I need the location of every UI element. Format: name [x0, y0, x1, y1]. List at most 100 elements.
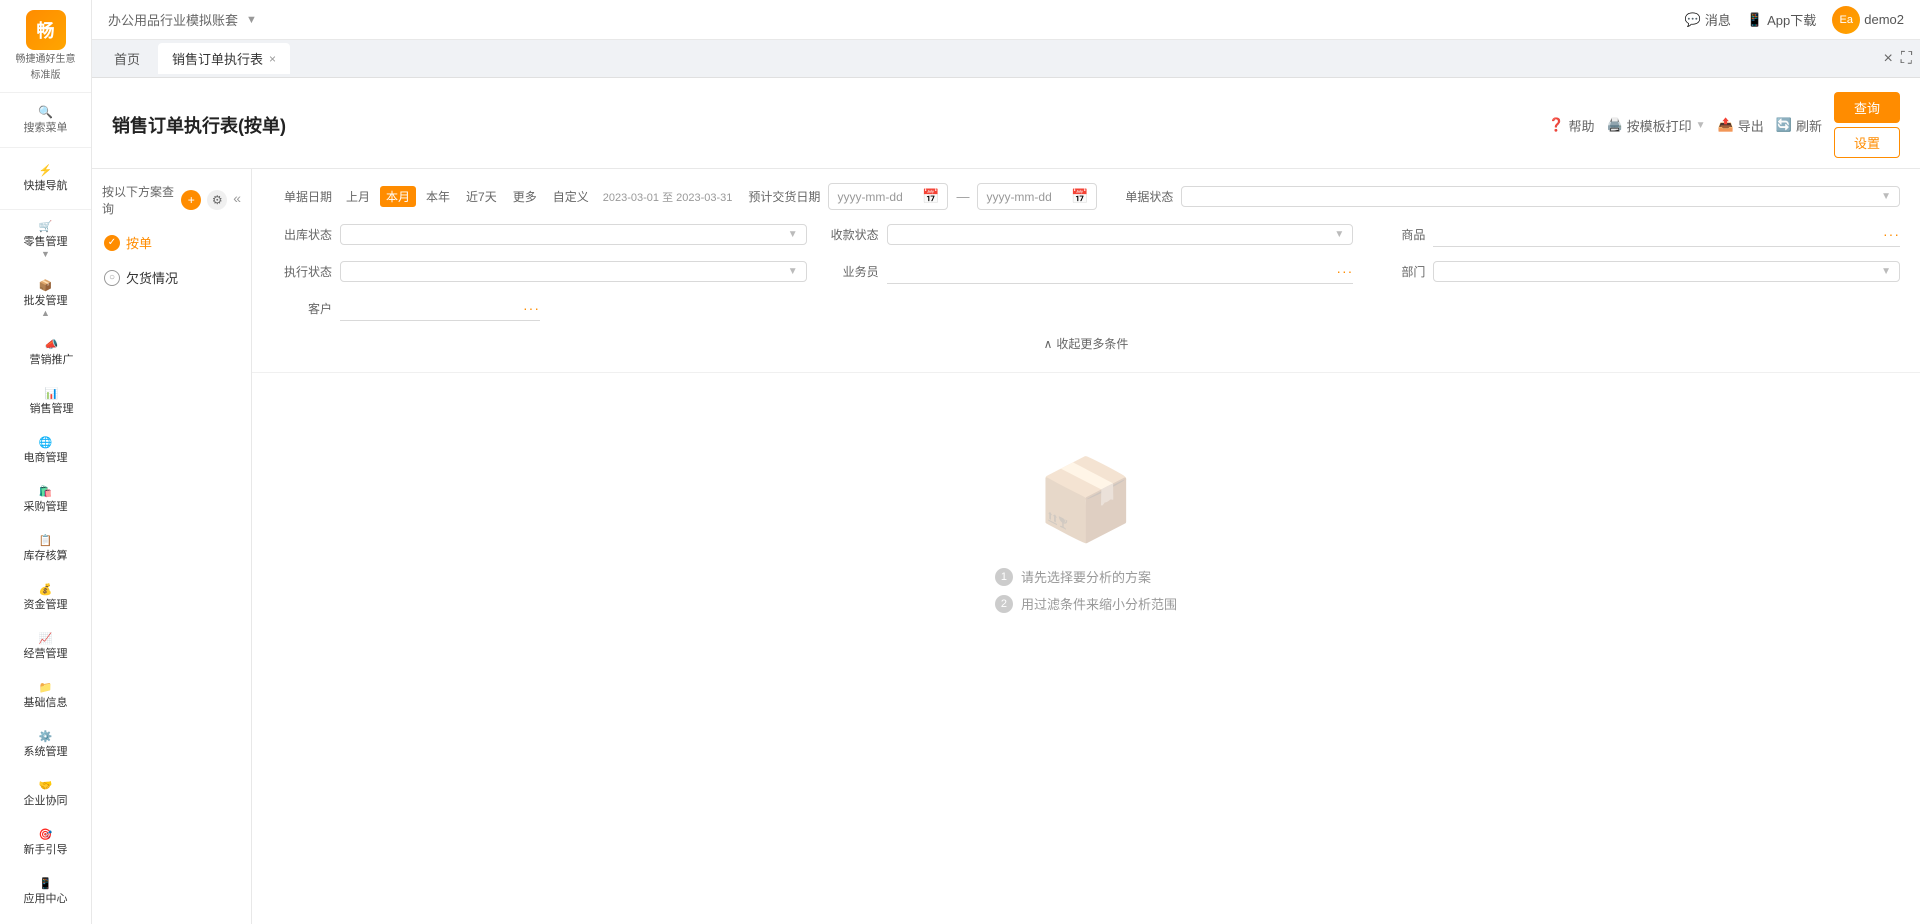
dept-select[interactable]: ▼ — [1433, 261, 1900, 282]
tab-home[interactable]: 首页 — [100, 43, 154, 74]
add-scheme-button[interactable]: + — [181, 190, 201, 210]
message-button[interactable]: 💬 消息 — [1685, 10, 1731, 29]
retail-label: 零售管理 — [24, 233, 68, 249]
expected-date-label: 预计交货日期 — [748, 188, 820, 205]
sidebar-item-wholesale-mgmt[interactable]: 📦 批发管理 ▲ — [0, 269, 91, 328]
refresh-label: 刷新 — [1796, 116, 1822, 135]
status-dropdown-icon: ▼ — [1881, 191, 1891, 202]
by-order-label: 按单 — [126, 233, 152, 252]
marketing-icon: 📣 — [45, 338, 59, 351]
sidebar-item-finance[interactable]: 💰 资金管理 — [0, 573, 91, 622]
app-center-icon: 📱 — [39, 877, 53, 890]
sidebar-item-basic-info[interactable]: 📁 基础信息 — [0, 671, 91, 720]
app-download-label: App下载 — [1767, 10, 1816, 29]
newbie-label: 新手引导 — [24, 841, 68, 857]
system-icon: ⚙️ — [39, 730, 53, 743]
date-tab-last-month[interactable]: 上月 — [340, 186, 376, 207]
exec-dropdown-icon: ▼ — [788, 266, 798, 277]
status-filter-group: 单据状态 ▼ — [1113, 186, 1900, 207]
goods-dots-icon[interactable]: ··· — [1883, 226, 1900, 242]
tip-text-1: 请先选择要分析的方案 — [1021, 567, 1151, 586]
sidebar: 畅 畅捷通好生意 标准版 🔍 搜索菜单 ⚡ 快捷导航 🛒 零售管理 ▼ 📦 批发… — [0, 0, 92, 924]
payment-status-select[interactable]: ▼ — [887, 224, 1354, 245]
left-menu-item-by-debt[interactable]: ○ 欠货情况 — [92, 260, 251, 295]
expected-date-end-input[interactable]: yyyy-mm-dd 📅 — [977, 183, 1097, 210]
help-button[interactable]: ❓ 帮助 — [1548, 116, 1594, 135]
filter-row-1: 单据日期 上月 本月 本年 近7天 更多 自定义 2023-03-01 至 20… — [272, 183, 1900, 210]
date-tab-more[interactable]: 更多 — [507, 186, 543, 207]
refresh-button[interactable]: 🔄 刷新 — [1776, 116, 1822, 135]
date-tab-last7[interactable]: 近7天 — [460, 186, 503, 207]
settings-scheme-button[interactable]: ⚙ — [207, 190, 227, 210]
exec-status-label: 执行状态 — [272, 263, 332, 280]
sidebar-search-button[interactable]: 🔍 搜索菜单 — [10, 101, 81, 139]
sidebar-item-enterprise[interactable]: 🤝 企业协同 — [0, 769, 91, 818]
delivery-status-label: 出库状态 — [272, 226, 332, 243]
app-center-label: 应用中心 — [24, 890, 68, 906]
sidebar-item-ecommerce[interactable]: 🌐 电商管理 — [0, 426, 91, 475]
sidebar-item-system[interactable]: ⚙️ 系统管理 — [0, 720, 91, 769]
retail-icon: 🛒 — [39, 220, 53, 233]
user-profile[interactable]: Ea demo2 — [1832, 6, 1904, 34]
goods-input[interactable]: ··· — [1433, 222, 1900, 247]
payment-dropdown-icon: ▼ — [1334, 229, 1344, 240]
date-tab-this-month[interactable]: 本月 — [380, 186, 416, 207]
status-select[interactable]: ▼ — [1181, 186, 1900, 207]
breadcrumb-text: 办公用品行业模拟账套 — [108, 10, 238, 29]
empty-tip-2: 2 用过滤条件来缩小分析范围 — [995, 594, 1177, 613]
left-panel-icon-group: + ⚙ « — [181, 190, 241, 210]
topbar: 办公用品行业模拟账套 ▼ 💬 消息 📱 App下载 Ea demo2 — [92, 0, 1920, 40]
enterprise-icon: 🤝 — [39, 779, 53, 792]
sidebar-item-newbie[interactable]: 🎯 新手引导 — [0, 818, 91, 867]
left-menu-item-by-order[interactable]: ✓ 按单 — [92, 225, 251, 260]
wholesale-label: 批发管理 — [24, 292, 68, 308]
customer-dots-icon[interactable]: ··· — [523, 300, 540, 316]
tab-sales-order[interactable]: 销售订单执行表 × — [158, 43, 290, 74]
setting-button[interactable]: 设置 — [1834, 127, 1900, 158]
sidebar-logo[interactable]: 畅 畅捷通好生意 标准版 — [0, 0, 91, 93]
sidebar-item-business[interactable]: 📈 经营管理 — [0, 622, 91, 671]
sidebar-quick-nav-section: ⚡ 快捷导航 — [0, 148, 91, 210]
page-content: 销售订单执行表(按单) ❓ 帮助 🖨️ 按模板打印 ▼ 📤 导出 🔄 刷新 — [92, 78, 1920, 924]
date-tab-this-year[interactable]: 本年 — [420, 186, 456, 207]
sidebar-item-marketing[interactable]: 📣 营销推广 — [0, 328, 91, 377]
tab-close-icon[interactable]: × — [269, 52, 276, 66]
sales-order-tab-label: 销售订单执行表 — [172, 49, 263, 68]
sidebar-item-retail-mgmt[interactable]: 🛒 零售管理 ▼ — [0, 210, 91, 269]
sidebar-item-inventory[interactable]: 📋 库存核算 — [0, 524, 91, 573]
sidebar-item-app-center[interactable]: 📱 应用中心 — [0, 867, 91, 916]
filter-row-4: 客户 ··· — [272, 296, 1900, 321]
empty-state: 📦 1 请先选择要分析的方案 2 用过滤条件来缩小分析范围 — [252, 373, 1920, 693]
search-label: 搜索菜单 — [10, 119, 81, 135]
expected-date-start-input[interactable]: yyyy-mm-dd 📅 — [828, 183, 948, 210]
salesperson-dots-icon[interactable]: ··· — [1336, 263, 1353, 279]
sidebar-item-purchase[interactable]: 🛍️ 采购管理 — [0, 475, 91, 524]
sidebar-item-enterprise-wechat[interactable]: 💬 企业微信 — [0, 916, 91, 924]
finance-icon: 💰 — [39, 583, 53, 596]
avatar: Ea — [1832, 6, 1860, 34]
window-close-button[interactable]: × — [1883, 50, 1892, 68]
sidebar-item-quick-nav[interactable]: ⚡ 快捷导航 — [0, 154, 91, 203]
payment-status-item: 收款状态 ▼ — [819, 222, 1354, 247]
export-button[interactable]: 📤 导出 — [1718, 116, 1764, 135]
app-download-button[interactable]: 📱 App下载 — [1747, 10, 1816, 29]
retail-arrow-icon: ▼ — [41, 249, 50, 259]
exec-status-select[interactable]: ▼ — [340, 261, 807, 282]
dept-dropdown-icon: ▼ — [1881, 266, 1891, 277]
date-tab-custom[interactable]: 自定义 — [547, 186, 595, 207]
template-print-button[interactable]: 🖨️ 按模板打印 ▼ — [1606, 116, 1705, 135]
date-range-text: 2023-03-01 至 2023-03-31 — [603, 189, 733, 205]
sidebar-item-sales-mgmt[interactable]: 📊 销售管理 — [0, 377, 91, 426]
collapse-more-button[interactable]: ∧ 收起更多条件 — [272, 329, 1900, 358]
salesperson-input[interactable]: ··· — [887, 259, 1354, 284]
customer-input[interactable]: ··· — [340, 296, 540, 321]
add-icon: + — [188, 193, 195, 207]
window-maximize-button[interactable]: ⛶ — [1901, 50, 1912, 68]
empty-tip-1: 1 请先选择要分析的方案 — [995, 567, 1177, 586]
query-button[interactable]: 查询 — [1834, 92, 1900, 123]
collapse-panel-button[interactable]: « — [233, 190, 241, 210]
breadcrumb-dropdown-icon[interactable]: ▼ — [246, 14, 257, 26]
marketing-label: 营销推广 — [30, 351, 74, 367]
delivery-status-select[interactable]: ▼ — [340, 224, 807, 245]
date-end-placeholder: yyyy-mm-dd — [986, 190, 1051, 204]
